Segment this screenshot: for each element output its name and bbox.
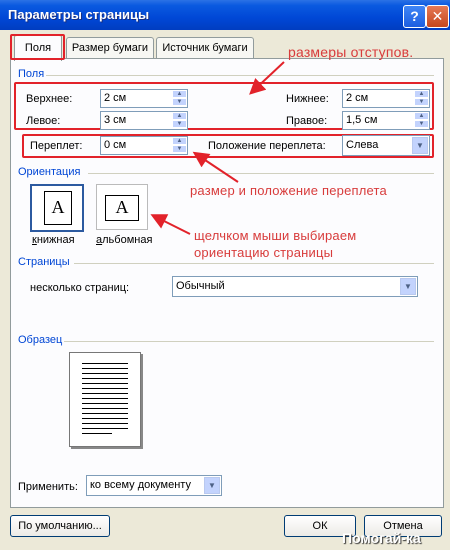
annotation-arrows (150, 61, 285, 235)
gutter-arrow (192, 151, 239, 183)
margins-arrow (249, 61, 285, 95)
tab-highlight (10, 34, 65, 60)
orientation-arrow (150, 214, 191, 235)
page-setup-dialog: Параметры страницы ? ✕ Поля Размер бумаг… (0, 0, 450, 550)
